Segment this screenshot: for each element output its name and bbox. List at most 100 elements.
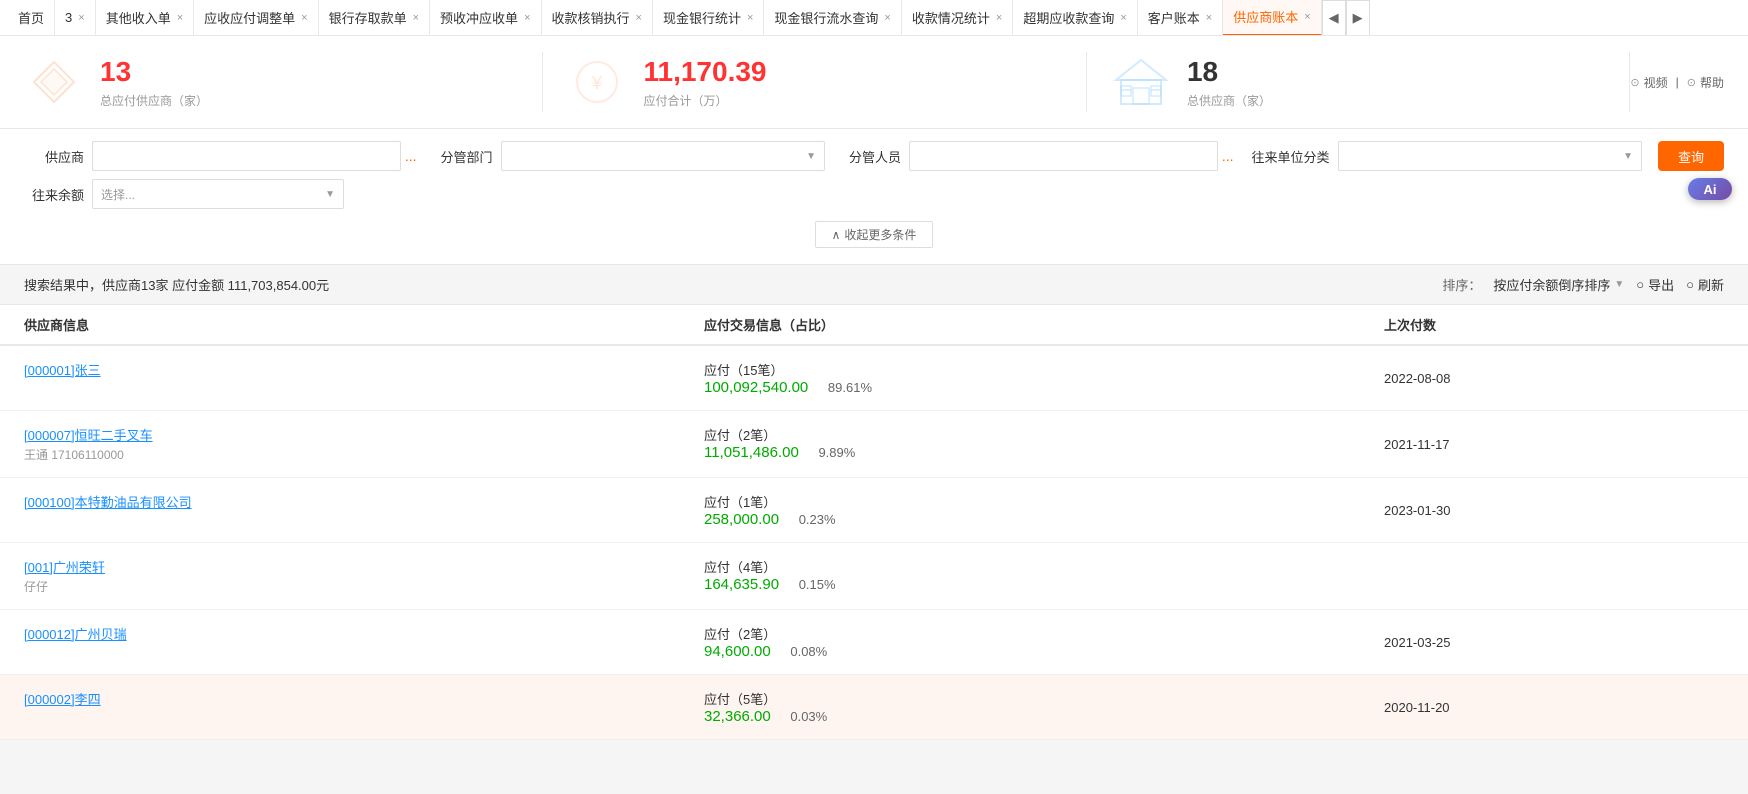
filter-balance: 往来余额 选择... ▼ <box>24 179 344 209</box>
close-tab-ar-ap-adjust-icon[interactable]: × <box>301 12 307 24</box>
sort-label: 排序： <box>1442 275 1481 294</box>
supplier-info-cell: [000100]本特勤油品有限公司 <box>24 492 704 511</box>
export-button[interactable]: ○ 导出 <box>1636 275 1674 294</box>
nav-next-arrow[interactable]: ▶ <box>1346 0 1370 36</box>
payable-amount: 258,000.00 <box>704 511 779 528</box>
supplier-sub-info: 仔仔 <box>24 578 704 595</box>
supplier-link[interactable]: [000001]张三 <box>24 360 704 379</box>
nav-tab-bank-deposit[interactable]: 银行存取款单 × <box>319 0 430 36</box>
nav-tab-prepaid-offset[interactable]: 预收冲应收单 × <box>430 0 541 36</box>
close-tab-other-income-icon[interactable]: × <box>177 12 183 24</box>
supplier-link[interactable]: [000100]本特勤油品有限公司 <box>24 495 192 510</box>
help-link[interactable]: 帮助 <box>1700 74 1724 91</box>
nav-tab-overdue-query[interactable]: 超期应收款查询 × <box>1013 0 1137 36</box>
payable-info-cell: 应付（15笔） 100,092,540.00 89.61% <box>704 360 1384 396</box>
dept-select-arrow-icon: ▼ <box>806 151 816 162</box>
supplier-dots[interactable]: ... <box>405 148 417 164</box>
header-payable-info: 应付交易信息（占比） <box>704 315 1384 334</box>
supplier-link[interactable]: [001]广州荣轩 <box>24 560 105 575</box>
payable-total-label: 应付合计（万） <box>643 92 766 109</box>
nav-tab-other-income[interactable]: 其他收入单 × <box>96 0 194 36</box>
last-pay-date: 2023-01-30 <box>1384 503 1724 518</box>
ai-button[interactable]: Ai <box>1688 178 1732 200</box>
balance-select[interactable]: 选择... ▼ <box>92 179 344 209</box>
supplier-link[interactable]: [000012]广州贝瑞 <box>24 627 127 642</box>
close-tab-overdue-query-icon[interactable]: × <box>1120 12 1126 24</box>
payable-info-cell: 应付（5笔） 32,366.00 0.03% <box>704 689 1384 725</box>
supplier-info-cell: [001]广州荣轩 仔仔 <box>24 557 704 595</box>
balance-select-arrow-icon: ▼ <box>325 189 335 200</box>
close-tab-customer-book-icon[interactable]: × <box>1206 12 1212 24</box>
table-row: [001]广州荣轩 仔仔 应付（4笔） 164,635.90 0.15% <box>0 543 1748 610</box>
nav-tab-customer-book[interactable]: 客户账本 × <box>1138 0 1223 36</box>
supplier-link[interactable]: [000002]李四 <box>24 692 101 707</box>
payable-amount: 94,600.00 <box>704 643 771 660</box>
payable-suppliers-label: 总应付供应商（家） <box>100 92 208 109</box>
payable-count: 应付（2笔） <box>704 624 1384 643</box>
payable-info-cell: 应付（2笔） 11,051,486.00 9.89% <box>704 425 1384 461</box>
payable-total-amount: 11,170.39 <box>643 56 766 88</box>
person-input[interactable] <box>909 141 1218 171</box>
filter-row-2: 往来余额 选择... ▼ <box>24 179 1724 209</box>
table-row: [000100]本特勤油品有限公司 应付（1笔） 258,000.00 0.23… <box>0 478 1748 543</box>
dept-select[interactable]: ▼ <box>501 141 826 171</box>
payable-count: 应付（4笔） <box>704 557 1384 576</box>
stats-bar: 13 总应付供应商（家） ¥ 11,170.39 应付合计（万） <box>0 36 1748 129</box>
filter-area: 供应商 ... 分管部门 ▼ 分管人员 ... 往来单位分类 ▼ 查询 往来 <box>0 129 1748 265</box>
last-pay-date: 2022-08-08 <box>1384 371 1724 386</box>
total-suppliers-count: 18 <box>1187 56 1271 88</box>
supplier-sub-info: 王通 17106110000 <box>24 446 704 463</box>
search-button[interactable]: 查询 <box>1658 141 1724 171</box>
nav-prev-arrow[interactable]: ◀ <box>1322 0 1346 36</box>
last-pay-date: 2021-11-17 <box>1384 437 1724 452</box>
video-link[interactable]: 视频 <box>1644 74 1668 91</box>
nav-tab-ar-ap-adjust[interactable]: 应收应付调整单 × <box>194 0 318 36</box>
nav-tab-home[interactable]: 首页 <box>8 0 55 36</box>
stat-icon-diamond <box>24 52 84 112</box>
supplier-link[interactable]: [000007]恒旺二手叉车 <box>24 428 153 443</box>
nav-tab-3[interactable]: 3 × <box>55 0 96 36</box>
payable-amount: 32,366.00 <box>704 708 771 725</box>
close-tab-cash-flow-query-icon[interactable]: × <box>884 12 890 24</box>
supplier-input[interactable] <box>92 141 401 171</box>
collapse-area: ∧ 收起更多条件 <box>24 217 1724 252</box>
supplier-info-cell: [000001]张三 <box>24 360 704 379</box>
close-tab-supplier-book-icon[interactable]: × <box>1304 11 1310 23</box>
sort-arrow-icon: ▼ <box>1614 279 1624 290</box>
results-actions: 排序： 按应付余额倒序排序 ▼ ○ 导出 ○ 刷新 <box>1442 275 1724 294</box>
sort-select[interactable]: 按应付余额倒序排序 ▼ <box>1493 275 1624 294</box>
payable-count: 应付（5笔） <box>704 689 1384 708</box>
close-tab-payment-stat-icon[interactable]: × <box>996 12 1002 24</box>
top-links: ⊙ 视频 | ⊙ 帮助 <box>1630 74 1724 91</box>
nav-tab-supplier-book[interactable]: 供应商账本 × <box>1223 0 1321 36</box>
category-filter-label: 往来单位分类 <box>1250 147 1330 166</box>
person-dots[interactable]: ... <box>1222 148 1234 164</box>
nav-tab-cash-bank-stat[interactable]: 现金银行统计 × <box>653 0 764 36</box>
payable-amount: 11,051,486.00 <box>704 444 799 461</box>
close-tab-prepaid-offset-icon[interactable]: × <box>524 12 530 24</box>
supplier-table: 供应商信息 应付交易信息（占比） 上次付数 [000001]张三 应付（15笔）… <box>0 305 1748 740</box>
last-pay-date: 2020-11-20 <box>1384 700 1724 715</box>
category-select[interactable]: ▼ <box>1338 141 1643 171</box>
export-icon: ○ <box>1636 277 1644 292</box>
close-tab-payment-verify-icon[interactable]: × <box>636 12 642 24</box>
close-tab-bank-deposit-icon[interactable]: × <box>413 12 419 24</box>
supplier-info-cell: [000007]恒旺二手叉车 王通 17106110000 <box>24 425 704 463</box>
supplier-filter-label: 供应商 <box>24 147 84 166</box>
nav-tab-payment-stat[interactable]: 收款情况统计 × <box>902 0 1013 36</box>
refresh-button[interactable]: ○ 刷新 <box>1686 275 1724 294</box>
category-select-arrow-icon: ▼ <box>1623 151 1633 162</box>
collapse-button[interactable]: ∧ 收起更多条件 <box>815 221 934 248</box>
collapse-icon: ∧ <box>832 228 841 242</box>
results-bar: 搜索结果中，供应商13家 应付金额 111,703,854.00元 排序： 按应… <box>0 265 1748 305</box>
payable-count: 应付（1笔） <box>704 492 1384 511</box>
close-tab-3-icon[interactable]: × <box>78 12 84 24</box>
nav-tab-payment-verify[interactable]: 收款核销执行 × <box>542 0 653 36</box>
payable-percent: 9.89% <box>818 445 855 460</box>
close-tab-cash-bank-stat-icon[interactable]: × <box>747 12 753 24</box>
payable-percent: 0.23% <box>799 512 836 527</box>
filter-category: 往来单位分类 ▼ <box>1250 141 1643 171</box>
supplier-info-cell: [000012]广州贝瑞 <box>24 624 704 643</box>
total-suppliers-label: 总供应商（家） <box>1187 92 1271 109</box>
nav-tab-cash-flow-query[interactable]: 现金银行流水查询 × <box>764 0 901 36</box>
